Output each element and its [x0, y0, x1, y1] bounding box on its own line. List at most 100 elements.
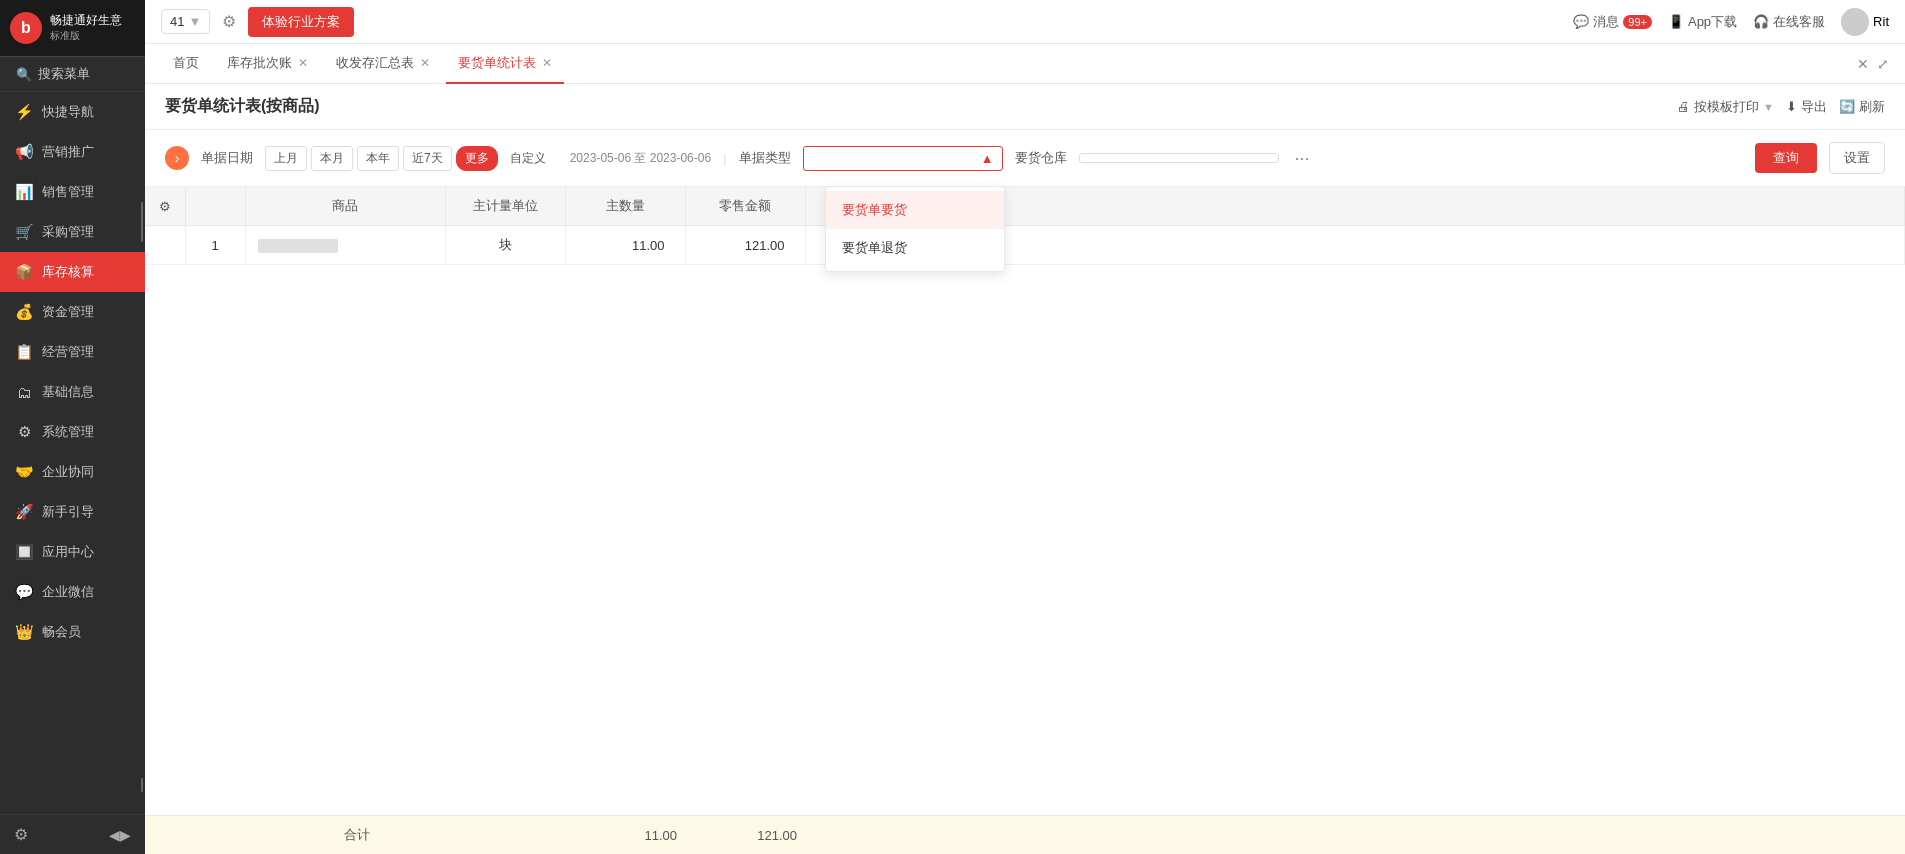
date-btn-last-month[interactable]: 上月	[265, 146, 307, 171]
date-btn-more[interactable]: 更多	[456, 146, 498, 171]
tab-batch[interactable]: 库存批次账 ✕	[215, 44, 320, 84]
search-icon: 🔍	[16, 67, 32, 82]
filter-more-icon[interactable]: ···	[1295, 148, 1310, 169]
sidebar-item-wechat[interactable]: 💬 企业微信	[0, 572, 145, 612]
filter-bar: › 单据日期 上月 本月 本年 近7天 更多 自定义 2023-05-06 至 …	[145, 130, 1905, 187]
sidebar-collapse-icon[interactable]: ◀▶	[109, 827, 131, 843]
query-btn[interactable]: 查询	[1755, 143, 1817, 173]
messages-btn[interactable]: 💬 消息 99+	[1573, 13, 1652, 31]
tab-collect[interactable]: 收发存汇总表 ✕	[324, 44, 442, 84]
th-unit: 主计量单位	[445, 187, 565, 226]
tab-home-label: 首页	[173, 54, 199, 72]
dropdown-item-order-return[interactable]: 要货单退货	[826, 229, 1004, 267]
online-service-btn[interactable]: 🎧 在线客服	[1753, 13, 1825, 31]
search-label: 搜索菜单	[38, 65, 90, 83]
sidebar-item-marketing[interactable]: 📢 营销推广	[0, 132, 145, 172]
warehouse-selector[interactable]	[1079, 153, 1279, 163]
chevron-up-icon: ▲	[981, 151, 994, 166]
filter-section: › 单据日期 上月 本月 本年 近7天 更多 自定义 2023-05-06 至 …	[145, 130, 1905, 187]
marketing-icon: 📢	[14, 142, 34, 162]
sidebar-item-label: 企业协同	[42, 463, 94, 481]
topbar-gear-icon[interactable]: ⚙	[222, 12, 236, 31]
sidebar-search[interactable]: 🔍 搜索菜单	[0, 57, 145, 92]
enterprise-icon: 🤝	[14, 462, 34, 482]
tab-expand-icon[interactable]: ⤢	[1877, 56, 1889, 72]
wechat-icon: 💬	[14, 582, 34, 602]
tab-order-stats[interactable]: 要货单统计表 ✕	[446, 44, 564, 84]
sidebar-item-label: 基础信息	[42, 383, 94, 401]
date-btn-7days[interactable]: 近7天	[403, 146, 452, 171]
page-title: 要货单统计表(按商品)	[165, 96, 320, 129]
sidebar-item-label: 经营管理	[42, 343, 94, 361]
tabs-end-actions: ✕ ⤢	[1857, 56, 1889, 72]
date-btn-this-month[interactable]: 本月	[311, 146, 353, 171]
sidebar-item-inventory[interactable]: 📦 库存核算	[0, 252, 145, 292]
tab-order-stats-label: 要货单统计表	[458, 54, 536, 72]
sidebar-item-enterprise[interactable]: 🤝 企业协同	[0, 452, 145, 492]
date-btn-custom[interactable]: 自定义	[502, 147, 554, 170]
footer-quantity: 11.00	[577, 828, 697, 843]
refresh-btn[interactable]: 🔄 刷新	[1839, 98, 1885, 116]
system-icon: ⚙	[14, 422, 34, 442]
company-selector[interactable]: 41 ▼	[161, 9, 210, 34]
operations-icon: 📋	[14, 342, 34, 362]
dropdown-item-order-goods[interactable]: 要货单要货	[826, 191, 1004, 229]
date-range-display: 2023-05-06 至 2023-06-06	[570, 150, 711, 167]
sidebar-item-member[interactable]: 👑 畅会员	[0, 612, 145, 652]
tab-close-all-icon[interactable]: ✕	[1857, 56, 1869, 72]
app-download-btn[interactable]: 📱 App下载	[1668, 13, 1737, 31]
sidebar-item-apps[interactable]: 🔲 应用中心	[0, 532, 145, 572]
tab-bar: 首页 库存批次账 ✕ 收发存汇总表 ✕ 要货单统计表 ✕ ✕ ⤢	[145, 44, 1905, 84]
sidebar-item-label: 应用中心	[42, 543, 94, 561]
industry-btn[interactable]: 体验行业方案	[248, 7, 354, 37]
sidebar-item-label: 营销推广	[42, 143, 94, 161]
export-btn[interactable]: ⬇ 导出	[1786, 98, 1827, 116]
sidebar-item-purchase[interactable]: 🛒 采购管理	[0, 212, 145, 252]
dropdown-item-label: 要货单要货	[842, 202, 907, 217]
guide-icon: 🚀	[14, 502, 34, 522]
td-unit: 块	[445, 226, 565, 265]
th-index	[185, 187, 245, 226]
main-content: 41 ▼ ⚙ 体验行业方案 💬 消息 99+ 📱 App下载 🎧 在线客服	[145, 0, 1905, 854]
apps-icon: 🔲	[14, 542, 34, 562]
company-value: 41	[170, 14, 184, 29]
sidebar-item-shortcut[interactable]: ⚡ 快捷导航	[0, 92, 145, 132]
sidebar-item-sales[interactable]: 📊 销售管理	[0, 172, 145, 212]
date-buttons: 上月 本月 本年 近7天 更多 自定义	[265, 146, 554, 171]
date-btn-this-year[interactable]: 本年	[357, 146, 399, 171]
td-amount: 121.00	[685, 226, 805, 265]
sidebar-item-finance[interactable]: 💰 资金管理	[0, 292, 145, 332]
topbar-right: 💬 消息 99+ 📱 App下载 🎧 在线客服 Rit	[1573, 8, 1889, 36]
export-label: 导出	[1801, 98, 1827, 116]
type-selector[interactable]: ▲	[803, 146, 1003, 171]
td-product	[245, 226, 445, 265]
sidebar-item-operations[interactable]: 📋 经营管理	[0, 332, 145, 372]
th-gear[interactable]: ⚙	[145, 187, 185, 226]
sidebar-logo: b 畅捷通好生意 标准版	[0, 0, 145, 57]
page-actions: 🖨 按模板打印 ▼ ⬇ 导出 🔄 刷新	[1677, 98, 1885, 128]
tab-order-stats-close[interactable]: ✕	[542, 56, 552, 70]
settings-btn[interactable]: 设置	[1829, 142, 1885, 174]
tab-batch-close[interactable]: ✕	[298, 56, 308, 70]
app-title: 畅捷通好生意	[50, 13, 122, 29]
sidebar-item-basic[interactable]: 🗂 基础信息	[0, 372, 145, 412]
dropdown-item-label: 要货单退货	[842, 240, 907, 255]
tab-home[interactable]: 首页	[161, 44, 211, 84]
print-btn[interactable]: 🖨 按模板打印 ▼	[1677, 98, 1774, 116]
user-name: Rit	[1873, 14, 1889, 29]
tab-collect-close[interactable]: ✕	[420, 56, 430, 70]
gear-icon: ⚙	[159, 199, 171, 214]
table-footer: 合计 11.00 121.00	[145, 815, 1905, 854]
type-label: 单据类型	[739, 149, 791, 167]
table-container: ⚙ 商品 主计量单位 主数量 零售金额 1 块	[145, 187, 1905, 815]
printer-icon: 🖨	[1677, 99, 1690, 114]
online-service-label: 在线客服	[1773, 13, 1825, 31]
sidebar-item-guide[interactable]: 🚀 新手引导	[0, 492, 145, 532]
sidebar-item-system[interactable]: ⚙ 系统管理	[0, 412, 145, 452]
sidebar-item-label: 畅会员	[42, 623, 81, 641]
app-download-label: App下载	[1688, 13, 1737, 31]
user-profile-btn[interactable]: Rit	[1841, 8, 1889, 36]
filter-expand-btn[interactable]: ›	[165, 146, 189, 170]
sidebar-settings-icon[interactable]: ⚙	[14, 825, 28, 844]
phone-icon: 📱	[1668, 14, 1684, 29]
